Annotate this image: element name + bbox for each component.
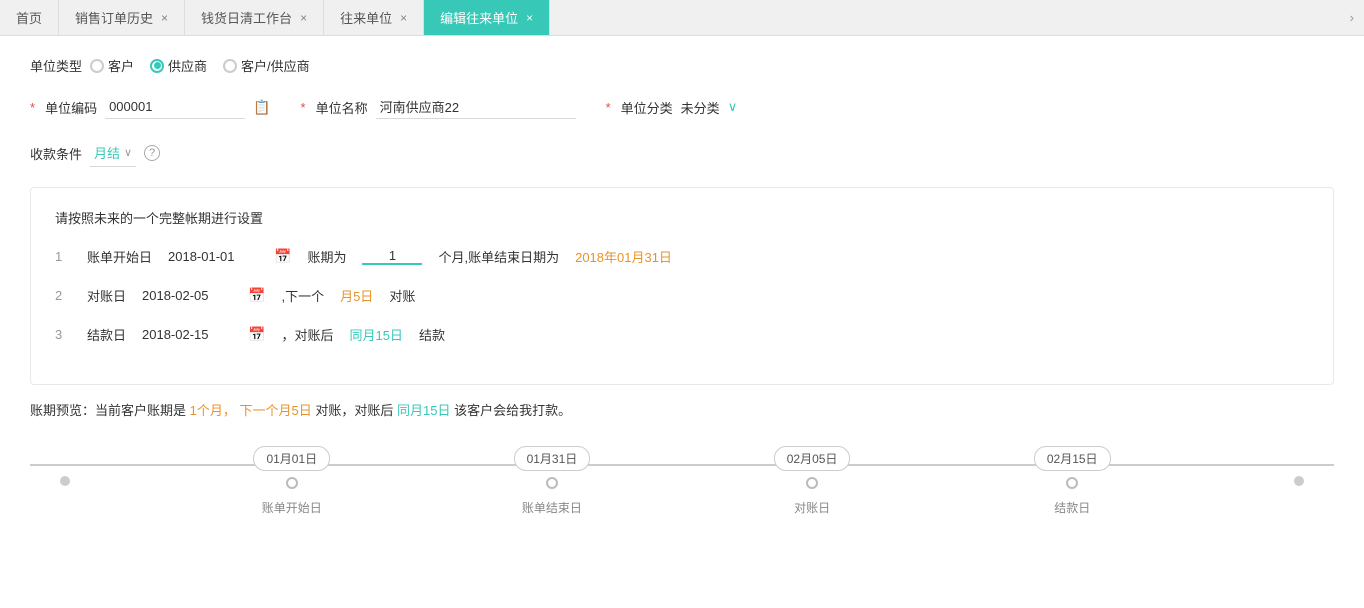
preview-text: 账期预览：当前客户账期是 1个月， 下一个月5日 对账，对账后 同月15日 该客… — [30, 401, 1334, 422]
radio-customer[interactable]: 客户 — [90, 56, 134, 75]
payment-group: 收款条件 月结 ∨ ? — [30, 139, 160, 167]
tab-bar: 首页 销售订单历史 × 钱货日清工作台 × 往来单位 × 编辑往来单位 × › — [0, 0, 1364, 36]
radio-supplier[interactable]: 供应商 — [150, 56, 207, 75]
timeline-node-2: 02月05日 对账日 — [774, 446, 851, 516]
step-2-row: 2 对账日 2018-02-05 📅 ,下一个 月5日 对账 — [55, 286, 1309, 305]
step-3-suffix: 结款 — [419, 325, 445, 344]
preview-end: 该客户会给我打款。 — [454, 403, 571, 418]
unit-name-label: 单位名称 — [316, 98, 368, 117]
step-3-num: 3 — [55, 327, 71, 342]
preview-part2: 下一个月5日 — [240, 403, 312, 418]
timeline-node-0-pill: 01月01日 — [253, 446, 330, 471]
step-2-label: 对账日 — [87, 286, 126, 305]
unit-code-label: 单位编码 — [45, 98, 97, 117]
tab-cashflow[interactable]: 钱货日清工作台 × — [185, 0, 324, 35]
tab-home[interactable]: 首页 — [0, 0, 59, 35]
step-2-num: 2 — [55, 288, 71, 303]
radio-group: 客户 供应商 客户/供应商 — [90, 56, 310, 75]
unit-code-copy-icon[interactable]: 📋 — [253, 99, 270, 116]
unit-category-value: 未分类 — [681, 98, 720, 117]
timeline-node-3-pill: 02月15日 — [1034, 446, 1111, 471]
settings-box: 请按照未来的一个完整帐期进行设置 1 账单开始日 2018-01-01 📅 账期… — [30, 187, 1334, 385]
payment-row: 收款条件 月结 ∨ ? — [30, 139, 1334, 167]
unit-info-row: * 单位编码 📋 * 单位名称 * 单位分类 未分类 ∨ — [30, 95, 1334, 119]
unit-code-input[interactable] — [105, 95, 245, 119]
tab-edit-contact[interactable]: 编辑往来单位 × — [424, 0, 550, 35]
preview-label: 账期预览：当前客户账期是 — [30, 403, 186, 418]
tab-contacts-close[interactable]: × — [400, 11, 407, 25]
settings-title: 请按照未来的一个完整帐期进行设置 — [55, 208, 1309, 227]
unit-type-label: 单位类型 — [30, 56, 82, 75]
payment-chevron-icon: ∨ — [124, 146, 132, 159]
step-2-cal-icon[interactable]: 📅 — [248, 287, 265, 304]
timeline-node-3-label: 结款日 — [1054, 499, 1090, 516]
radio-both-circle — [223, 59, 237, 73]
timeline-container: 01月01日 账单开始日 01月31日 账单结束日 02月05日 对账日 — [30, 446, 1334, 516]
timeline-node-3: 02月15日 结款日 — [1034, 446, 1111, 516]
radio-customer-circle — [90, 59, 104, 73]
timeline-node-1: 01月31日 账单结束日 — [514, 446, 591, 516]
timeline-node-2-label: 对账日 — [794, 499, 830, 516]
step-1-row: 1 账单开始日 2018-01-01 📅 账期为 个月,账单结束日期为 2018… — [55, 247, 1309, 266]
radio-both[interactable]: 客户/供应商 — [223, 56, 310, 75]
unit-code-star: * — [30, 100, 35, 115]
payment-dropdown[interactable]: 月结 ∨ — [90, 139, 136, 167]
step-2-highlight: 月5日 — [340, 286, 373, 305]
step-1-suffix: 个月,账单结束日期为 — [438, 247, 559, 266]
timeline-node-1-pill: 01月31日 — [514, 446, 591, 471]
tab-sales-history-close[interactable]: × — [161, 11, 168, 25]
timeline-end-dot — [1294, 476, 1304, 486]
unit-type-row: 单位类型 客户 供应商 客户/供应商 — [30, 56, 1334, 75]
timeline-node-2-circle — [806, 477, 818, 489]
help-icon[interactable]: ? — [144, 145, 160, 161]
step-1-num: 1 — [55, 249, 71, 264]
chevron-down-icon: ∨ — [728, 99, 738, 115]
preview-mid: 对账，对账后 — [315, 403, 393, 418]
step-1-cal-icon[interactable]: 📅 — [274, 248, 291, 265]
unit-name-group: * 单位名称 — [301, 95, 576, 119]
step-1-highlight: 2018年01月31日 — [575, 247, 672, 266]
step-3-label: 结款日 — [87, 325, 126, 344]
main-content: 单位类型 客户 供应商 客户/供应商 * 单位编码 — [0, 36, 1364, 608]
unit-category-group: * 单位分类 未分类 ∨ — [606, 98, 738, 117]
timeline-node-1-label: 账单结束日 — [522, 499, 582, 516]
timeline-node-1-circle — [546, 477, 558, 489]
period-input[interactable] — [362, 248, 422, 265]
step-2-suffix: 对账 — [389, 286, 415, 305]
preview-part3: 同月15日 — [397, 403, 450, 418]
tab-edit-contact-close[interactable]: × — [526, 11, 533, 25]
tab-contacts[interactable]: 往来单位 × — [324, 0, 424, 35]
unit-code-group: * 单位编码 📋 — [30, 95, 271, 119]
timeline-nodes: 01月01日 账单开始日 01月31日 账单结束日 02月05日 对账日 — [60, 446, 1304, 516]
tab-more[interactable]: › — [1340, 0, 1364, 35]
step-3-prefix: ，对账后 — [281, 325, 333, 344]
payment-value: 月结 — [94, 143, 120, 162]
step-3-cal-icon[interactable]: 📅 — [248, 326, 265, 343]
step-3-row: 3 结款日 2018-02-15 📅 ，对账后 同月15日 结款 — [55, 325, 1309, 344]
unit-name-input[interactable] — [376, 95, 576, 119]
timeline-node-0: 01月01日 账单开始日 — [253, 446, 330, 516]
timeline-node-2-pill: 02月05日 — [774, 446, 851, 471]
timeline-node-0-circle — [286, 477, 298, 489]
unit-type-group: 单位类型 客户 供应商 客户/供应商 — [30, 56, 310, 75]
timeline-node-0-label: 账单开始日 — [262, 499, 322, 516]
radio-supplier-circle — [150, 59, 164, 73]
timeline-start-dot — [60, 476, 70, 486]
payment-label: 收款条件 — [30, 144, 82, 163]
step-3-date: 2018-02-15 — [142, 327, 232, 342]
preview-part1: 1个月， — [190, 403, 236, 418]
step-2-prefix: ,下一个 — [281, 286, 324, 305]
tab-sales-history[interactable]: 销售订单历史 × — [59, 0, 185, 35]
unit-category-dropdown[interactable]: 未分类 ∨ — [681, 98, 738, 117]
step-3-highlight: 同月15日 — [349, 325, 402, 344]
unit-category-label: 单位分类 — [621, 98, 673, 117]
step-1-date: 2018-01-01 — [168, 249, 258, 264]
step-1-label: 账单开始日 — [87, 247, 152, 266]
unit-name-star: * — [301, 100, 306, 115]
timeline-node-3-circle — [1066, 477, 1078, 489]
unit-category-star: * — [606, 100, 611, 115]
step-1-prefix: 账期为 — [307, 247, 346, 266]
step-2-date: 2018-02-05 — [142, 288, 232, 303]
tab-cashflow-close[interactable]: × — [300, 11, 307, 25]
